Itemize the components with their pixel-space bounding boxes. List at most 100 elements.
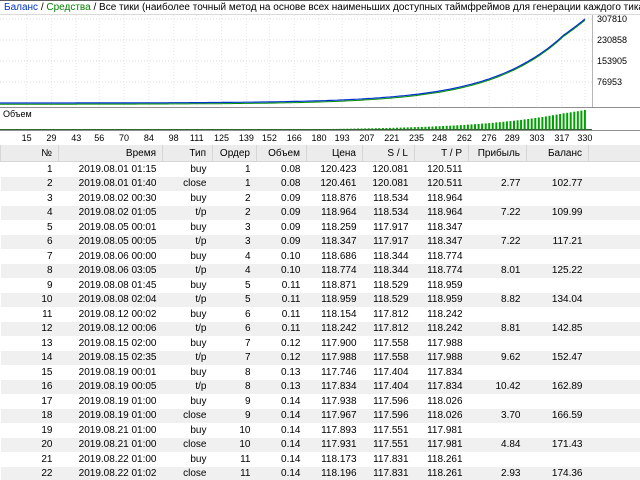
cell: 118.964 bbox=[427, 207, 463, 219]
cell: buy bbox=[190, 279, 207, 291]
cell: 117.834 bbox=[321, 381, 357, 393]
cell: 2019.08.06 00:00 bbox=[78, 250, 157, 262]
x-axis-tick-label: 303 bbox=[529, 133, 545, 143]
table-row[interactable]: 6 2019.08.05 00:05 t/p 3 0.09 118.347 117.917 1… bbox=[0, 234, 640, 249]
cell: 12 bbox=[41, 323, 53, 335]
cell: t/p bbox=[195, 323, 207, 335]
cell: 118.959 bbox=[427, 294, 463, 306]
cell: 118.261 bbox=[427, 468, 463, 480]
cell: 0.14 bbox=[281, 395, 301, 407]
legend-part: Средства bbox=[46, 2, 91, 13]
cell: 118.196 bbox=[321, 468, 357, 480]
cell: 16 bbox=[41, 381, 53, 393]
cell: 117.558 bbox=[373, 352, 409, 364]
cell: close bbox=[183, 439, 207, 451]
table-row[interactable]: 13 2019.08.15 02:00 buy 7 0.12 117.900 117.558… bbox=[1, 336, 640, 351]
cell: 3.70 bbox=[501, 410, 521, 422]
cell: 4 bbox=[244, 250, 251, 262]
cell: 2019.08.19 00:05 bbox=[78, 381, 157, 393]
table-row[interactable]: 4 2019.08.02 01:05 t/p 2 0.09 118.964 118.534 1… bbox=[0, 205, 640, 220]
cell: 5 bbox=[46, 221, 53, 233]
cell: 117.931 bbox=[321, 439, 357, 451]
table-row[interactable]: 17 2019.08.19 01:00 buy 9 0.14 117.938 117.596… bbox=[1, 394, 640, 409]
cell: buy bbox=[190, 221, 207, 233]
table-row[interactable]: 20 2019.08.21 01:00 close 10 0.14 117.931 117.… bbox=[0, 437, 640, 453]
cell: 7 bbox=[244, 337, 251, 349]
cell: 11 bbox=[240, 468, 251, 480]
cell: 7 bbox=[244, 352, 251, 364]
table-row[interactable]: 11 2019.08.12 00:02 buy 6 0.11 118.154 117.812… bbox=[1, 307, 640, 322]
x-axis-tick-label: 330 bbox=[577, 133, 593, 143]
column-header: T / P bbox=[414, 145, 469, 162]
cell-filler bbox=[589, 307, 640, 322]
table-row[interactable]: 19 2019.08.21 01:00 buy 10 0.14 117.893 117.55… bbox=[1, 423, 640, 438]
table-row[interactable]: 7 2019.08.06 00:00 buy 4 0.10 118.686 118.344 1… bbox=[1, 249, 640, 264]
cell: t/p bbox=[195, 381, 207, 393]
x-axis-tick-label: 29 bbox=[46, 133, 57, 143]
cell: 0.14 bbox=[281, 439, 301, 451]
column-header: № bbox=[0, 145, 59, 162]
table-row[interactable]: 15 2019.08.19 00:01 buy 8 0.13 117.746 117.404… bbox=[1, 365, 640, 380]
x-axis-labels: 15 29 43 56 70 84 98 111 125 139 152 166 180 193 207 22… bbox=[0, 131, 640, 145]
cell: 0.10 bbox=[281, 250, 301, 262]
cell: buy bbox=[190, 366, 207, 378]
cell: buy bbox=[190, 250, 207, 262]
table-row[interactable]: 18 2019.08.19 01:00 close 9 0.14 117.967 117.5… bbox=[0, 408, 640, 423]
cell: 2019.08.02 01:05 bbox=[78, 207, 157, 219]
cell: 117.812 bbox=[373, 308, 409, 320]
cell: 117.551 bbox=[373, 439, 409, 451]
table-row[interactable]: 21 2019.08.22 01:00 buy 11 0.14 118.173 117.83… bbox=[1, 452, 640, 467]
cell-filler bbox=[589, 438, 640, 453]
cell: 117.21 bbox=[552, 236, 583, 248]
x-axis-tick-label: 221 bbox=[384, 133, 400, 143]
cell: 6 bbox=[46, 236, 53, 248]
table-row[interactable]: 9 2019.08.08 01:45 buy 5 0.11 118.871 118.529 1… bbox=[1, 278, 640, 293]
x-axis-tick-label: 56 bbox=[94, 133, 105, 143]
table-row[interactable]: 3 2019.08.02 00:30 buy 2 0.09 118.876 118.534 1… bbox=[1, 191, 640, 206]
cell-filler bbox=[589, 220, 640, 235]
cell bbox=[469, 307, 527, 322]
cell: 17 bbox=[41, 395, 53, 407]
cell bbox=[527, 423, 589, 438]
cell: 118.173 bbox=[321, 453, 357, 465]
x-axis-tick-label: 248 bbox=[432, 133, 448, 143]
cell: 2.77 bbox=[501, 178, 521, 190]
table-row[interactable]: 5 2019.08.05 00:01 buy 3 0.09 118.259 117.917 1… bbox=[1, 220, 640, 235]
cell bbox=[527, 278, 589, 293]
legend-part: / bbox=[90, 2, 100, 13]
cell bbox=[527, 191, 589, 206]
cell-filler bbox=[589, 365, 640, 380]
cell bbox=[469, 423, 527, 438]
table-row[interactable]: 2 2019.08.01 01:40 close 1 0.08 120.461 120.08… bbox=[0, 176, 640, 191]
cell-filler bbox=[589, 264, 640, 279]
cell: 117.893 bbox=[321, 424, 357, 436]
table-row[interactable]: 12 2019.08.12 00:06 t/p 6 0.11 118.242 117.812… bbox=[0, 321, 640, 336]
cell bbox=[469, 278, 527, 293]
cell: 118.959 bbox=[427, 279, 463, 291]
table-row[interactable]: 8 2019.08.06 03:05 t/p 4 0.10 118.774 118.344 1… bbox=[0, 263, 640, 279]
cell: 2019.08.19 01:00 bbox=[78, 395, 157, 407]
cell: 3 bbox=[244, 236, 251, 248]
table-row[interactable]: 14 2019.08.15 02:35 t/p 7 0.12 117.988 117.558… bbox=[0, 350, 640, 365]
cell: 117.988 bbox=[427, 352, 463, 364]
table-row[interactable]: 22 2019.08.22 01:02 close 11 0.14 118.196 117.… bbox=[0, 466, 640, 480]
table-row[interactable]: 10 2019.08.08 02:04 t/p 5 0.11 118.959 118.529… bbox=[0, 292, 640, 307]
cell: 117.812 bbox=[373, 323, 409, 335]
cell bbox=[469, 336, 527, 351]
cell: 2019.08.05 00:01 bbox=[78, 221, 157, 233]
cell: buy bbox=[190, 395, 207, 407]
cell: 117.981 bbox=[427, 439, 463, 451]
cell: 0.09 bbox=[281, 192, 301, 204]
cell bbox=[469, 220, 527, 235]
cell: 166.59 bbox=[551, 410, 583, 422]
cell: 174.36 bbox=[551, 468, 583, 480]
cell bbox=[469, 394, 527, 409]
table-row[interactable]: 16 2019.08.19 00:05 t/p 8 0.13 117.834 117.404… bbox=[0, 379, 640, 394]
cell: 2019.08.05 00:05 bbox=[78, 236, 157, 248]
cell: 118.261 bbox=[427, 453, 463, 465]
cell: 2 bbox=[244, 207, 251, 219]
cell: buy bbox=[190, 453, 207, 465]
table-row[interactable]: 1 2019.08.01 01:15 buy 1 0.08 120.423 120.081 1… bbox=[1, 162, 640, 177]
volume-histogram bbox=[0, 110, 592, 130]
cell bbox=[469, 162, 527, 177]
